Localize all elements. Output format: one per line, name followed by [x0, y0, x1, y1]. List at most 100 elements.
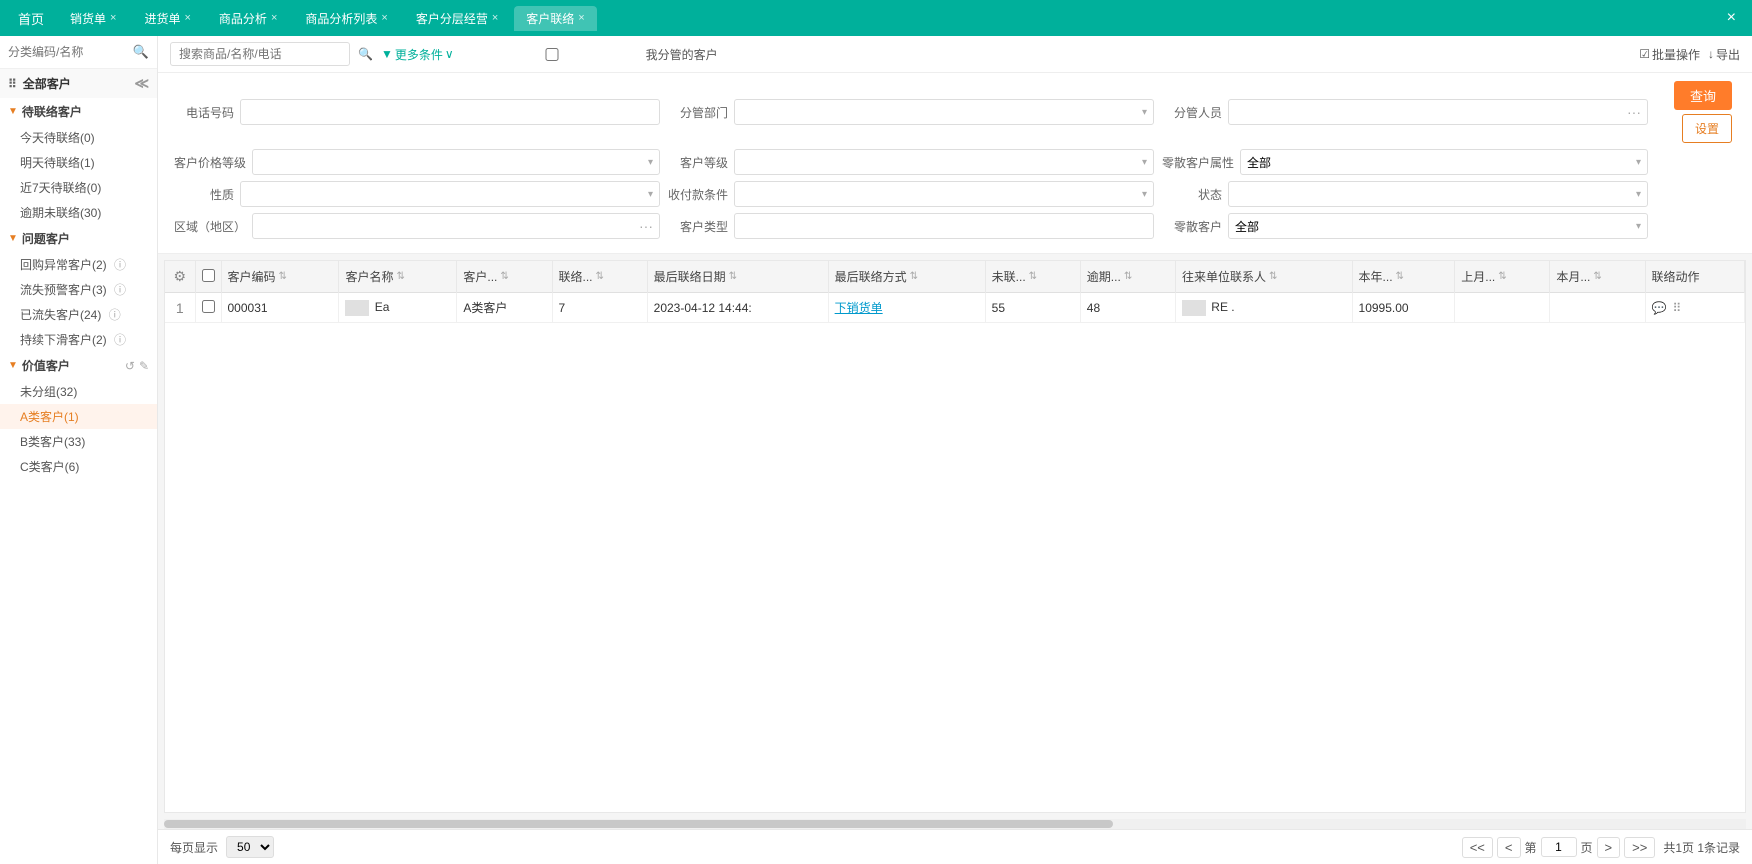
- scatter-attr-select[interactable]: 全部 ▾: [1240, 149, 1648, 175]
- sort-icon-last-method[interactable]: ⇅: [910, 271, 918, 282]
- row-overdue: 48: [1080, 293, 1175, 323]
- scatter-customer-label: 零散客户: [1162, 218, 1222, 235]
- search-input[interactable]: [170, 42, 350, 66]
- payment-select[interactable]: ▾: [734, 181, 1154, 207]
- customer-type-input[interactable]: [734, 213, 1154, 239]
- sidebar-item-tomorrow[interactable]: 明天待联络(1): [0, 150, 157, 175]
- customer-type-label: 客户类型: [668, 218, 728, 235]
- sort-icon-uncontacted[interactable]: ⇅: [1029, 271, 1037, 282]
- window-close-button[interactable]: ×: [1719, 9, 1744, 27]
- sidebar-group-value[interactable]: ▼ 价值客户 ↺ ✎: [0, 352, 157, 379]
- filter-cell-region: 区域（地区） ···: [174, 213, 660, 239]
- row-checkbox[interactable]: [202, 300, 215, 313]
- my-customer-checkbox-label[interactable]: 我分管的客户: [462, 46, 718, 63]
- scroll-thumb[interactable]: [164, 820, 1113, 828]
- page-input[interactable]: [1541, 837, 1577, 857]
- next-page-button[interactable]: >: [1597, 837, 1621, 858]
- nature-select[interactable]: ▾: [240, 181, 660, 207]
- sidebar-item-class-a[interactable]: A类客户(1): [0, 404, 157, 429]
- sort-icon-code[interactable]: ⇅: [279, 271, 287, 282]
- customer-avatar: [345, 300, 369, 316]
- phone-input[interactable]: [240, 99, 660, 125]
- sidebar-item-repurchase-abnormal[interactable]: 回购异常客户(2) ⓘ: [0, 252, 157, 277]
- unit-contact-avatar: [1182, 300, 1206, 316]
- barcode-icon[interactable]: ⠿: [1672, 301, 1681, 315]
- sidebar-group-pending-contact[interactable]: ▼ 待联络客户: [0, 98, 157, 125]
- tab-purchase[interactable]: 进货单 ×: [132, 6, 202, 31]
- chat-icon[interactable]: 💬: [1652, 301, 1667, 315]
- sort-icon-unit[interactable]: ⇅: [1269, 271, 1277, 282]
- tab-sales[interactable]: 销货单 ×: [58, 6, 128, 31]
- sidebar-item-today[interactable]: 今天待联络(0): [0, 125, 157, 150]
- sort-icon-type[interactable]: ⇅: [500, 271, 508, 282]
- close-customer-tier-tab[interactable]: ×: [492, 12, 498, 24]
- filter-cell-customer-type: 客户类型: [668, 213, 1154, 239]
- sort-icon-this-year[interactable]: ⇅: [1396, 271, 1404, 282]
- tab-home[interactable]: 首页: [8, 5, 54, 32]
- edit-icon[interactable]: ✎: [139, 359, 149, 373]
- sort-icon-name[interactable]: ⇅: [396, 271, 404, 282]
- close-product-analysis-list-tab[interactable]: ×: [381, 12, 387, 24]
- more-filter-button[interactable]: ▼ 更多条件 ∨: [381, 46, 454, 63]
- last-page-button[interactable]: >>: [1624, 837, 1655, 858]
- region-input[interactable]: ···: [252, 213, 660, 239]
- my-customer-checkbox[interactable]: [462, 48, 642, 61]
- last-contact-method-link[interactable]: 下销货单: [835, 301, 883, 315]
- sidebar-collapse-btn[interactable]: ≪: [134, 75, 149, 92]
- sort-icon-contact-count[interactable]: ⇅: [596, 271, 604, 282]
- sort-icon-this-month[interactable]: ⇅: [1593, 271, 1601, 282]
- sidebar-item-churned[interactable]: 已流失客户(24) ⓘ: [0, 302, 157, 327]
- page-nav: << < 第 页 > >>: [1462, 837, 1656, 858]
- first-page-button[interactable]: <<: [1462, 837, 1493, 858]
- customer-grade-select[interactable]: ▾: [734, 149, 1154, 175]
- refresh-icon[interactable]: ↺: [125, 359, 135, 373]
- sidebar-group-problem[interactable]: ▼ 问题客户: [0, 225, 157, 252]
- close-customer-contact-tab[interactable]: ×: [578, 12, 584, 24]
- prev-page-button[interactable]: <: [1497, 837, 1521, 858]
- close-product-analysis-tab[interactable]: ×: [271, 12, 277, 24]
- sidebar-item-7days[interactable]: 近7天待联络(0): [0, 175, 157, 200]
- sidebar-item-class-c[interactable]: C类客户(6): [0, 454, 157, 479]
- sidebar-all-customers[interactable]: ⠿ 全部客户 ≪: [0, 69, 157, 98]
- sidebar-item-class-b[interactable]: B类客户(33): [0, 429, 157, 454]
- dots-icon: ···: [1627, 104, 1641, 120]
- sidebar-item-overdue[interactable]: 逾期未联络(30): [0, 200, 157, 225]
- horizontal-scrollbar[interactable]: [164, 819, 1746, 829]
- filter-cell-price-grade: 客户价格等级 ▾: [174, 149, 660, 175]
- sort-icon-last-date[interactable]: ⇅: [729, 271, 737, 282]
- per-page-select[interactable]: 50: [226, 836, 274, 858]
- tab-customer-tier[interactable]: 客户分层经营 ×: [404, 6, 510, 31]
- manager-input[interactable]: ···: [1228, 99, 1648, 125]
- tab-product-analysis[interactable]: 商品分析 ×: [207, 6, 289, 31]
- batch-op-button[interactable]: ☑ 批量操作: [1639, 46, 1700, 63]
- chevron-down-icon: ▾: [1142, 107, 1147, 118]
- sidebar-item-churn-warning[interactable]: 流失预警客户(3) ⓘ: [0, 277, 157, 302]
- sidebar-search-icon[interactable]: 🔍: [133, 44, 149, 60]
- sidebar-item-declining[interactable]: 持续下滑客户(2) ⓘ: [0, 327, 157, 352]
- export-button[interactable]: ↓ 导出: [1708, 46, 1740, 63]
- category-search-input[interactable]: [8, 45, 133, 59]
- info-icon-4: ⓘ: [114, 333, 126, 347]
- dept-select[interactable]: ▾: [734, 99, 1154, 125]
- query-settings-col: 查询 设置: [1656, 81, 1736, 143]
- sort-icon-overdue[interactable]: ⇅: [1124, 271, 1132, 282]
- chevron-down-icon-8: ▾: [1636, 221, 1641, 232]
- settings-button[interactable]: 设置: [1682, 114, 1732, 143]
- sort-icon-last-month[interactable]: ⇅: [1498, 271, 1506, 282]
- bottom-bar: 每页显示 50 << < 第 页 > >> 共1页 1条记录: [158, 829, 1752, 864]
- query-button[interactable]: 查询: [1674, 81, 1732, 110]
- status-select[interactable]: ▾: [1228, 181, 1648, 207]
- sidebar-item-unclassified[interactable]: 未分组(32): [0, 379, 157, 404]
- th-uncontacted: 未联...⇅: [985, 261, 1080, 293]
- price-grade-select[interactable]: ▾: [252, 149, 660, 175]
- search-button[interactable]: 🔍: [358, 47, 373, 61]
- th-unit-contact: 往来单位联系人⇅: [1175, 261, 1352, 293]
- scatter-customer-select[interactable]: 全部 ▾: [1228, 213, 1648, 239]
- select-all-checkbox[interactable]: [202, 269, 215, 282]
- chevron-down-icon-3: ▾: [1142, 157, 1147, 168]
- tab-customer-contact[interactable]: 客户联络 ×: [514, 6, 596, 31]
- close-purchase-tab[interactable]: ×: [184, 12, 190, 24]
- close-sales-tab[interactable]: ×: [110, 12, 116, 24]
- tab-product-analysis-list[interactable]: 商品分析列表 ×: [293, 6, 399, 31]
- th-gear[interactable]: ⚙: [165, 261, 195, 293]
